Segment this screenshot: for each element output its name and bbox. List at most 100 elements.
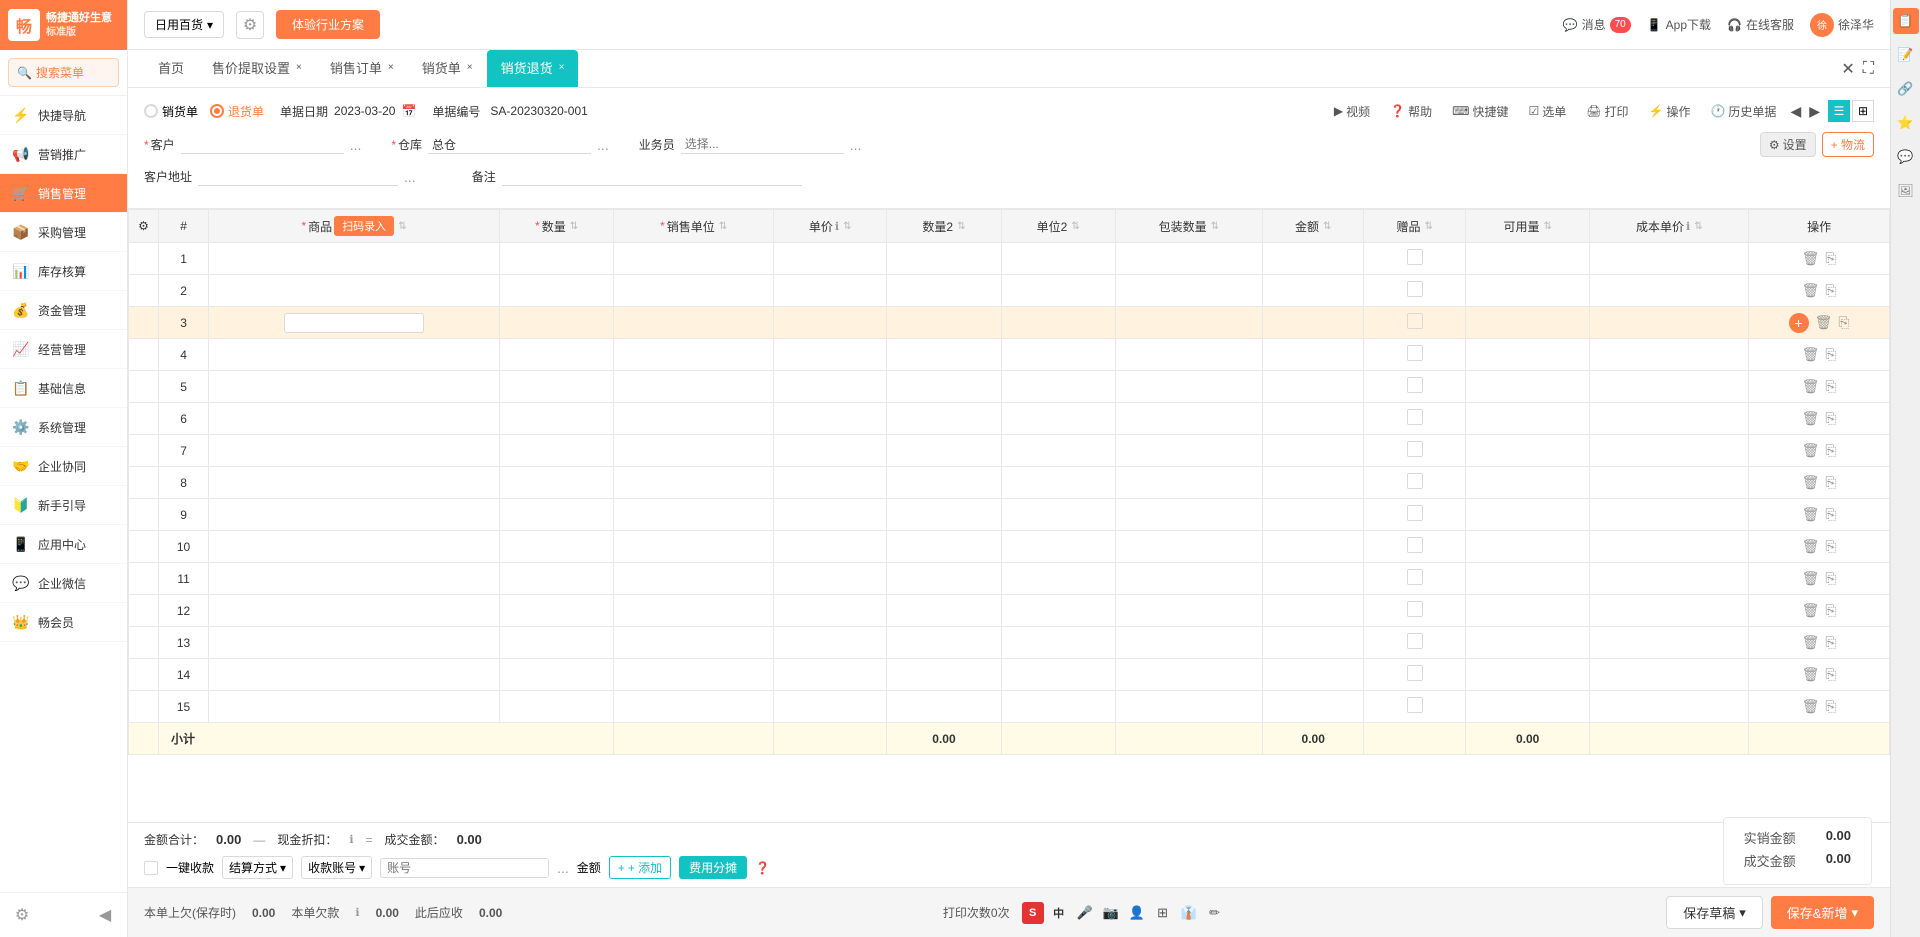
row-unit2-8[interactable] (1001, 467, 1115, 499)
row-qty-13[interactable] (499, 627, 613, 659)
trial-button[interactable]: 体验行业方案 (276, 10, 380, 39)
row-amount-1[interactable] (1262, 243, 1364, 275)
sidebar-item-system[interactable]: ⚙️ 系统管理 (0, 408, 127, 447)
row-unit-12[interactable] (614, 595, 774, 627)
gear-icon[interactable]: ⚙ (138, 219, 149, 233)
account-select[interactable]: 收款账号 ▾ (301, 856, 372, 879)
delete-row-icon-7[interactable]: 🗑 (1802, 442, 1820, 459)
row-cost-15[interactable] (1590, 691, 1749, 723)
row-amount-7[interactable] (1262, 435, 1364, 467)
row-qty2-8[interactable] (887, 467, 1001, 499)
row-amount-3[interactable] (1262, 307, 1364, 339)
row-available-11[interactable] (1466, 563, 1590, 595)
sort-qty-icon[interactable]: ⇅ (570, 221, 578, 232)
row-cost-6[interactable] (1590, 403, 1749, 435)
gift-checkbox-11[interactable] (1407, 569, 1423, 585)
sort-product-icon[interactable]: ⇅ (398, 221, 406, 232)
gift-checkbox-13[interactable] (1407, 633, 1423, 649)
address-select-icon[interactable]: ... (404, 169, 416, 185)
row-available-15[interactable] (1466, 691, 1590, 723)
row-pack-5[interactable] (1115, 371, 1262, 403)
row-available-10[interactable] (1466, 531, 1590, 563)
row-gift-10[interactable] (1364, 531, 1466, 563)
row-unit-11[interactable] (614, 563, 774, 595)
row-unit2-12[interactable] (1001, 595, 1115, 627)
select-button[interactable]: ☑ 选单 (1522, 101, 1572, 122)
row-qty2-6[interactable] (887, 403, 1001, 435)
sidebar-item-purchase[interactable]: 📦 采购管理 (0, 213, 127, 252)
sort-unit-icon[interactable]: ⇅ (719, 221, 727, 232)
row-price-12[interactable] (774, 595, 887, 627)
row-gift-6[interactable] (1364, 403, 1466, 435)
row-qty2-5[interactable] (887, 371, 1001, 403)
row-available-9[interactable] (1466, 499, 1590, 531)
row-unit-4[interactable] (614, 339, 774, 371)
row-product-10[interactable] (209, 531, 500, 563)
row-amount-12[interactable] (1262, 595, 1364, 627)
copy-row-icon-5[interactable]: ⎘ (1825, 378, 1836, 395)
save-new-button[interactable]: 保存&新增 ▾ (1771, 896, 1874, 929)
sort-cost-icon[interactable]: ⇅ (1694, 221, 1702, 232)
row-cost-10[interactable] (1590, 531, 1749, 563)
message-button[interactable]: 💬 消息 70 (1563, 16, 1631, 33)
tool-grid[interactable]: ⊞ (1152, 902, 1174, 924)
view-detail-button[interactable]: ⊞ (1852, 100, 1874, 122)
view-list-button[interactable]: ☰ (1828, 100, 1850, 122)
tab-close-salesorder[interactable]: × (388, 62, 394, 73)
row-amount-10[interactable] (1262, 531, 1364, 563)
gift-checkbox-2[interactable] (1407, 281, 1423, 297)
equals-icon[interactable]: = (366, 833, 373, 847)
row-qty-14[interactable] (499, 659, 613, 691)
row-price-8[interactable] (774, 467, 887, 499)
row-unit2-15[interactable] (1001, 691, 1115, 723)
row-unit-14[interactable] (614, 659, 774, 691)
row-gift-8[interactable] (1364, 467, 1466, 499)
tool-shirt[interactable]: 👔 (1178, 902, 1200, 924)
customer-input[interactable] (181, 135, 344, 154)
row-gift-5[interactable] (1364, 371, 1466, 403)
copy-row-icon-13[interactable]: ⎘ (1825, 634, 1836, 651)
row-unit2-14[interactable] (1001, 659, 1115, 691)
row-pack-13[interactable] (1115, 627, 1262, 659)
customer-select-icon[interactable]: ... (350, 137, 362, 153)
row-cost-12[interactable] (1590, 595, 1749, 627)
row-product-13[interactable] (209, 627, 500, 659)
row-qty2-10[interactable] (887, 531, 1001, 563)
delete-row-icon-2[interactable]: 🗑 (1802, 282, 1820, 299)
row-available-7[interactable] (1466, 435, 1590, 467)
row-price-14[interactable] (774, 659, 887, 691)
right-panel-icon-6[interactable]: 🖼 (1893, 178, 1919, 204)
tool-zh[interactable]: 中 (1048, 902, 1070, 924)
sidebar-item-operations[interactable]: 📈 经营管理 (0, 330, 127, 369)
warehouse-select-icon[interactable]: ... (597, 137, 609, 153)
row-product-1[interactable] (209, 243, 500, 275)
sidebar-item-member[interactable]: 👑 畅会员 (0, 603, 127, 642)
row-gift-4[interactable] (1364, 339, 1466, 371)
gift-checkbox-4[interactable] (1407, 345, 1423, 361)
account-number-input[interactable] (380, 858, 549, 878)
row-available-3[interactable] (1466, 307, 1590, 339)
gift-checkbox-9[interactable] (1407, 505, 1423, 521)
row-qty-7[interactable] (499, 435, 613, 467)
gift-checkbox-15[interactable] (1407, 697, 1423, 713)
settlement-select[interactable]: 结算方式 ▾ (222, 856, 293, 879)
one-click-pay-checkbox[interactable] (144, 861, 158, 875)
copy-row-icon-6[interactable]: ⎘ (1825, 410, 1836, 427)
row-pack-7[interactable] (1115, 435, 1262, 467)
row-price-9[interactable] (774, 499, 887, 531)
add-payment-button[interactable]: + + 添加 (609, 856, 671, 879)
row-available-4[interactable] (1466, 339, 1590, 371)
app-download-button[interactable]: 📱 App下载 (1647, 16, 1711, 33)
tab-price-extract[interactable]: 售价提取设置 × (198, 50, 316, 87)
row-unit2-3[interactable] (1001, 307, 1115, 339)
salesperson-input[interactable] (681, 135, 844, 154)
row-qty-11[interactable] (499, 563, 613, 595)
row-available-1[interactable] (1466, 243, 1590, 275)
fee-split-button[interactable]: 费用分摊 (679, 856, 747, 879)
sort-pack-icon[interactable]: ⇅ (1211, 221, 1219, 232)
gift-checkbox-3[interactable] (1407, 313, 1423, 329)
search-menu-button[interactable]: 🔍 搜索菜单 (8, 58, 119, 87)
row-unit-10[interactable] (614, 531, 774, 563)
sort-unit2-icon[interactable]: ⇅ (1071, 221, 1079, 232)
row-unit2-5[interactable] (1001, 371, 1115, 403)
